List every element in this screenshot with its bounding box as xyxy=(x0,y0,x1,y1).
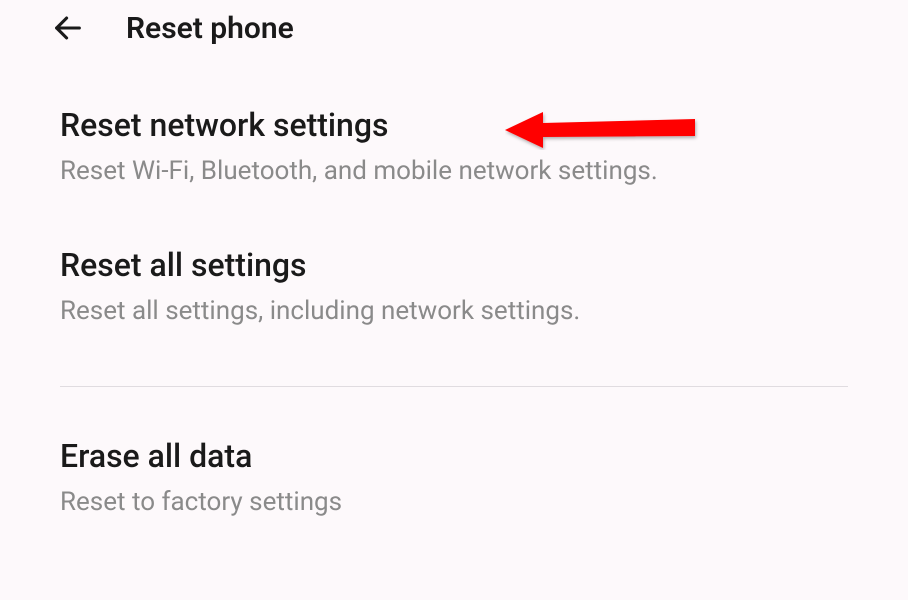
back-button[interactable] xyxy=(50,10,86,46)
arrow-left-icon xyxy=(51,11,85,45)
setting-description: Reset to factory settings xyxy=(60,487,848,517)
header-bar: Reset phone xyxy=(0,0,908,66)
setting-description: Reset all settings, including network se… xyxy=(60,296,848,326)
setting-description: Reset Wi-Fi, Bluetooth, and mobile netwo… xyxy=(60,156,848,186)
erase-all-data-item[interactable]: Erase all data Reset to factory settings xyxy=(60,437,848,517)
setting-title: Erase all data xyxy=(60,437,848,475)
divider xyxy=(60,386,848,387)
reset-all-settings-item[interactable]: Reset all settings Reset all settings, i… xyxy=(60,246,848,326)
reset-network-settings-item[interactable]: Reset network settings Reset Wi-Fi, Blue… xyxy=(60,106,848,186)
setting-title: Reset all settings xyxy=(60,246,848,284)
page-title: Reset phone xyxy=(126,11,294,46)
settings-list: Reset network settings Reset Wi-Fi, Blue… xyxy=(0,66,908,517)
setting-title: Reset network settings xyxy=(60,106,848,144)
